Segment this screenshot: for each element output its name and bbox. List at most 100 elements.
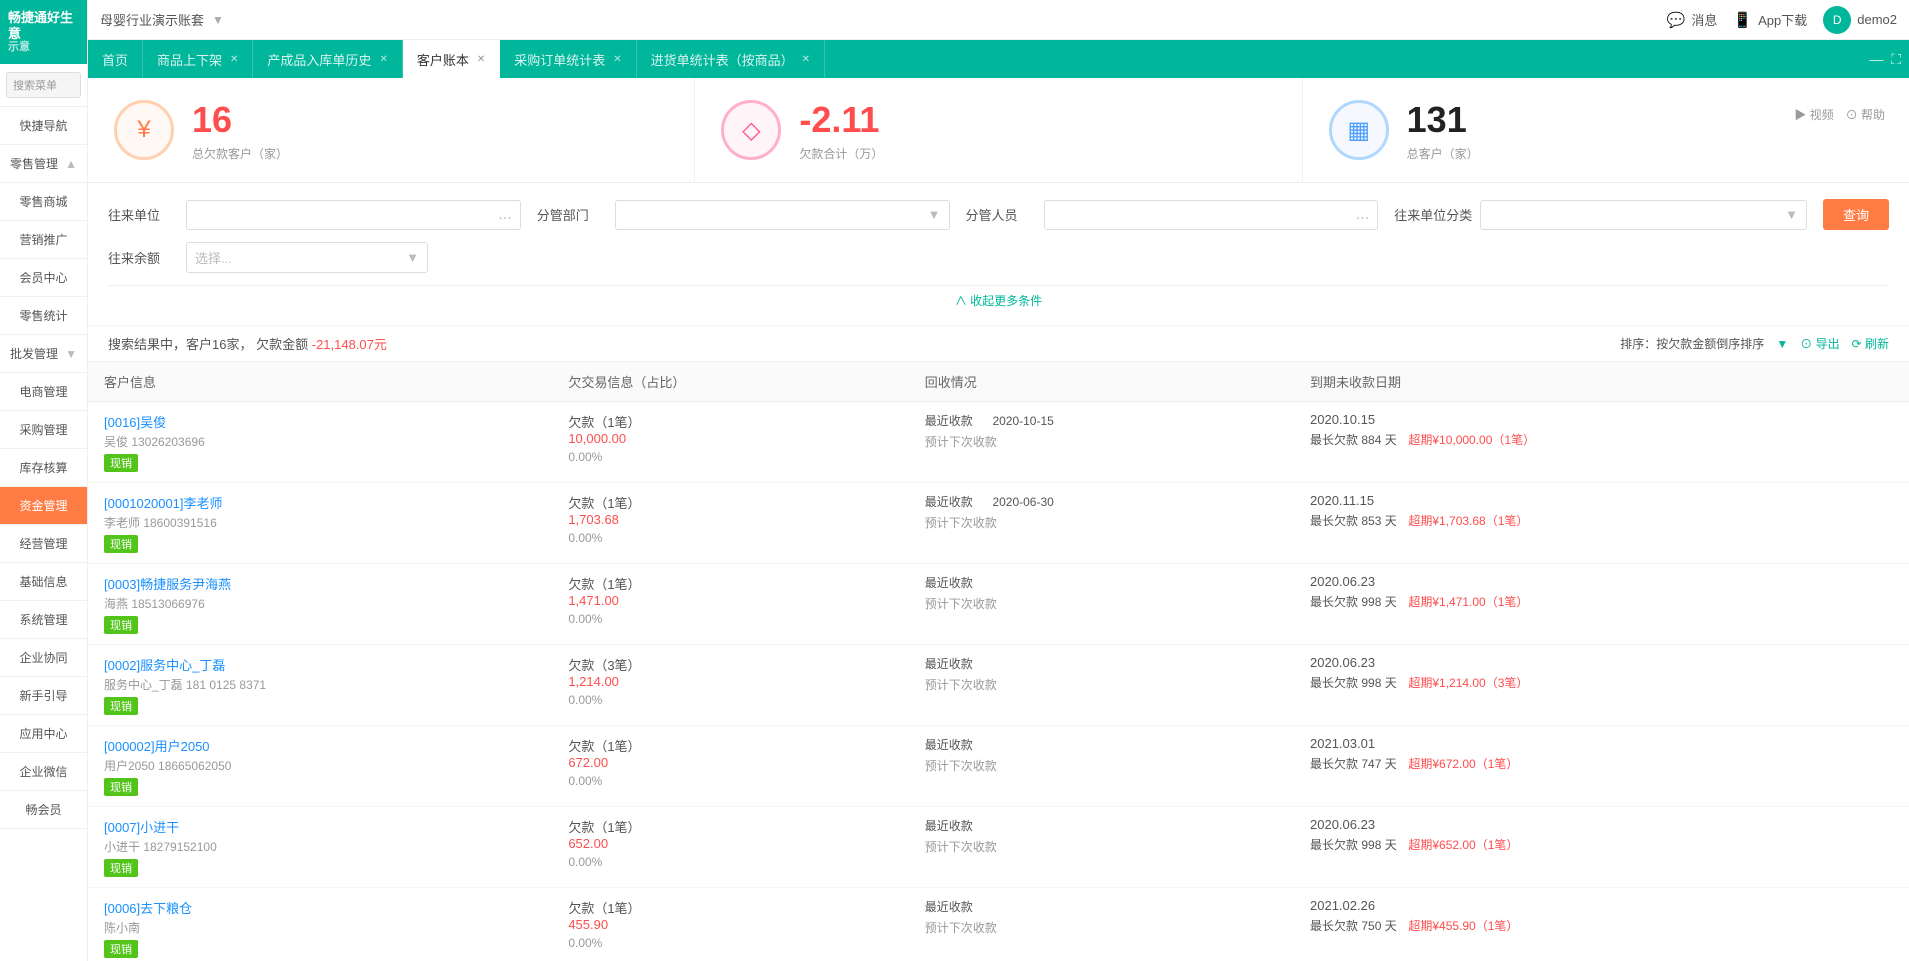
tab-instock-stats-product[interactable]: 进货单统计表（按商品） ✕ — [637, 40, 825, 78]
sidebar-item-retail-mgmt[interactable]: 零售管理 ▲ — [0, 145, 87, 183]
sidebar-item-purchase-mgmt[interactable]: 采购管理 — [0, 411, 87, 449]
tabs-minimize-icon[interactable]: — — [1869, 51, 1883, 67]
due-date-cell: 2020.06.23 最长欠款 998 天 超期¥1,214.00（3笔） — [1294, 645, 1909, 726]
dropdown-icon[interactable]: ▼ — [212, 13, 224, 27]
query-button[interactable]: 查询 — [1823, 199, 1889, 230]
customer-name-link[interactable]: [0007]小进干 — [104, 817, 536, 836]
sidebar-item-retail-stats[interactable]: 零售统计 — [0, 297, 87, 335]
sidebar-item-basic-info[interactable]: 基础信息 — [0, 563, 87, 601]
search-menu-button[interactable]: 搜索菜单 — [6, 72, 81, 98]
customer-name-link[interactable]: [000002]用户2050 — [104, 736, 536, 755]
customer-phone: 用户2050 18665062050 — [104, 757, 536, 774]
overdue-link[interactable]: 超期¥455.90（1笔） — [1408, 919, 1518, 933]
export-label: 导出 — [1816, 337, 1840, 351]
customer-name-link[interactable]: [0016]吴俊 — [104, 412, 536, 431]
tab-customer-account[interactable]: 客户账本 ✕ — [403, 40, 500, 78]
overdue-link[interactable]: 超期¥1,214.00（3笔） — [1408, 676, 1528, 690]
sidebar-item-ecommerce[interactable]: 电商管理 — [0, 373, 87, 411]
recent-collect-label: 最近收款 — [925, 414, 973, 428]
debt-count: 欠款（1笔） — [568, 898, 892, 917]
customer-phone: 李老师 18600391516 — [104, 514, 536, 531]
help-label: 帮助 — [1861, 108, 1885, 122]
debt-info-cell: 欠款（1笔） 1,703.68 0.00% — [552, 483, 908, 564]
due-date: 2020.11.15 — [1310, 493, 1893, 508]
debt-count: 欠款（1笔） — [568, 736, 892, 755]
app-download-label: App下载 — [1758, 10, 1807, 29]
manager-input[interactable]: ... — [1044, 200, 1379, 230]
refresh-btn[interactable]: ⟳ 刷新 — [1852, 335, 1889, 352]
export-btn[interactable]: ⊙ 导出 — [1800, 335, 1839, 352]
app-download-btn[interactable]: 📱 App下载 — [1733, 10, 1807, 29]
sidebar-item-retail-store[interactable]: 零售商城 — [0, 183, 87, 221]
user-menu[interactable]: D demo2 — [1823, 6, 1897, 34]
debt-amount-label: 欠款合计（万） — [799, 145, 883, 162]
sidebar-navigation: 快捷导航 零售管理 ▲ 零售商城 营销推广 会员中心 零售统计 批发管理 ▼ — [0, 107, 87, 961]
overdue-info: 最长欠款 884 天 超期¥10,000.00（1笔） — [1310, 431, 1893, 448]
message-btn[interactable]: 💬 消息 — [1667, 10, 1718, 29]
customer-name-link[interactable]: [0003]畅捷服务尹海燕 — [104, 574, 536, 593]
overdue-link[interactable]: 超期¥1,471.00（1笔） — [1408, 595, 1528, 609]
overdue-link[interactable]: 超期¥652.00（1笔） — [1408, 838, 1518, 852]
sidebar-item-batch-mgmt[interactable]: 批发管理 ▼ — [0, 335, 87, 373]
tab-home[interactable]: 首页 — [88, 40, 143, 78]
content-area: ¥ 16 总欠款客户（家） ◇ -2.11 欠款合计（万） — [88, 78, 1909, 961]
dept-select[interactable]: ▼ — [615, 200, 950, 230]
overdue-link[interactable]: 超期¥10,000.00（1笔） — [1408, 433, 1535, 447]
overdue-link[interactable]: 超期¥1,703.68（1笔） — [1408, 514, 1528, 528]
customer-tag: 现销 — [104, 859, 138, 877]
chevron-down-icon[interactable]: ▼ — [1776, 337, 1788, 351]
next-collect: 预计下次收款 — [925, 757, 1278, 774]
debt-count: 欠款（1笔） — [568, 493, 892, 512]
customer-info-cell: [0006]去下粮仓 陈小南 现销 — [88, 888, 552, 961]
sidebar-search-area[interactable]: 搜索菜单 — [0, 64, 87, 107]
sidebar-item-member-center[interactable]: 会员中心 — [0, 259, 87, 297]
sidebar-item-operations[interactable]: 经营管理 — [0, 525, 87, 563]
sidebar-item-label: 系统管理 — [8, 611, 79, 628]
customer-name-link[interactable]: [0002]服务中心_丁磊 — [104, 655, 536, 674]
sidebar-item-enterprise-coop[interactable]: 企业协同 — [0, 639, 87, 677]
collapse-bar[interactable]: ∧ 收起更多条件 — [108, 285, 1889, 315]
customer-name-link[interactable]: [0001020001]李老师 — [104, 493, 536, 512]
customer-tag: 现销 — [104, 697, 138, 715]
sidebar-item-inventory[interactable]: 库存核算 — [0, 449, 87, 487]
sidebar-item-label: 零售商城 — [8, 193, 79, 210]
sidebar-item-capital[interactable]: 资金管理 — [0, 487, 87, 525]
debt-pct: 0.00% — [568, 693, 892, 707]
sidebar-item-new-guide[interactable]: 新手引导 — [0, 677, 87, 715]
balance-select[interactable]: 选择... ▼ — [186, 242, 428, 273]
tab-close-icon[interactable]: ✕ — [379, 54, 387, 65]
customer-name-link[interactable]: [0006]去下粮仓 — [104, 898, 536, 917]
tab-close-icon[interactable]: ✕ — [477, 54, 485, 65]
overdue-link[interactable]: 超期¥672.00（1笔） — [1408, 757, 1518, 771]
sidebar-item-app-center[interactable]: 应用中心 — [0, 715, 87, 753]
tab-purchase-order-stats[interactable]: 采购订单统计表 ✕ — [500, 40, 636, 78]
due-date: 2020.06.23 — [1310, 574, 1893, 589]
sidebar-item-label: 零售管理 — [10, 155, 58, 172]
sidebar-item-marketing[interactable]: 营销推广 — [0, 221, 87, 259]
sidebar-item-vip-member[interactable]: 畅会员 — [0, 791, 87, 829]
source-unit-input[interactable]: ... — [186, 200, 521, 230]
customer-tag: 现销 — [104, 616, 138, 634]
help-btn[interactable]: ⊙ 帮助 — [1846, 106, 1885, 123]
tab-product-instock-history[interactable]: 产成品入库单历史 ✕ — [253, 40, 402, 78]
sort-label: 排序：按欠款金额倒序排序 — [1620, 335, 1764, 352]
tabs-maximize-icon[interactable]: ⛶ — [1891, 51, 1901, 68]
sidebar-item-system[interactable]: 系统管理 — [0, 601, 87, 639]
help-icon: ⊙ — [1846, 108, 1858, 122]
overdue-days: 最长欠款 998 天 — [1310, 595, 1397, 609]
tab-product-up-down[interactable]: 商品上下架 ✕ — [143, 40, 253, 78]
tab-close-icon[interactable]: ✕ — [802, 54, 810, 65]
avatar: D — [1823, 6, 1851, 34]
view-btn[interactable]: ▶ 视频 — [1794, 106, 1833, 123]
tab-label: 商品上下架 — [157, 50, 222, 69]
unit-category-select[interactable]: ▼ — [1480, 200, 1807, 230]
tab-close-icon[interactable]: ✕ — [230, 54, 238, 65]
message-label: 消息 — [1691, 10, 1717, 29]
next-collect: 预计下次收款 — [925, 676, 1278, 693]
overdue-days: 最长欠款 998 天 — [1310, 676, 1397, 690]
collect-status-cell: 最近收款 2020-10-15 预计下次收款 — [909, 402, 1294, 483]
sidebar-item-quick-nav[interactable]: 快捷导航 — [0, 107, 87, 145]
sidebar-item-enterprise-wechat[interactable]: 企业微信 — [0, 753, 87, 791]
tab-close-icon[interactable]: ✕ — [613, 54, 621, 65]
balance-label: 往来余额 — [108, 248, 178, 267]
